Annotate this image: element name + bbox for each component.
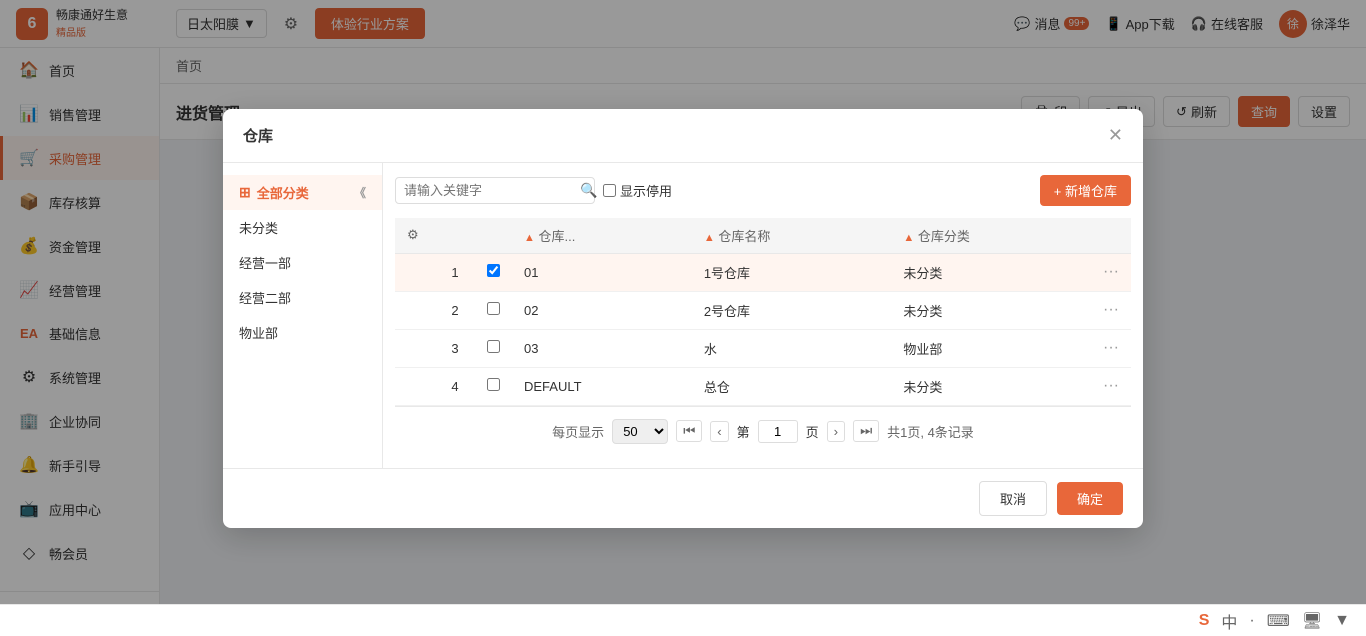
th-actions	[1091, 218, 1131, 254]
show-disabled-checkbox-label[interactable]: 显示停用	[603, 181, 672, 200]
close-icon[interactable]: ✕	[1108, 125, 1123, 146]
show-disabled-label: 显示停用	[620, 181, 672, 200]
cell-index: 2	[435, 291, 475, 329]
cell-category: 未分类	[891, 367, 1091, 405]
cell-index: 1	[435, 253, 475, 291]
table-row[interactable]: 4 DEFAULT 总仓 未分类 ···	[395, 367, 1131, 405]
category-item-ops2[interactable]: 经营二部	[223, 280, 382, 315]
table-body: 1 01 1号仓库 未分类 ··· 2 02 2号仓库 未分类 ··· 3 03…	[395, 253, 1131, 405]
category-item-ops1[interactable]: 经营一部	[223, 245, 382, 280]
page-input[interactable]	[758, 420, 798, 443]
th-settings[interactable]: ⚙	[395, 218, 435, 254]
cancel-button[interactable]: 取消	[979, 481, 1047, 516]
cell-category: 未分类	[891, 253, 1091, 291]
cell-code: 02	[512, 291, 692, 329]
sort-name-icon: ▲	[704, 232, 715, 244]
th-index	[435, 218, 475, 254]
cell-settings	[395, 329, 435, 367]
warehouse-dialog: 仓库 ✕ ⊞ 全部分类 《 未分类 经营一部 经营二部 物业部	[223, 109, 1143, 528]
cell-actions[interactable]: ···	[1091, 329, 1131, 367]
th-code[interactable]: ▲ 仓库...	[512, 218, 692, 254]
pagination-bar: 每页显示 50 100 200 ⏮ ‹ 第 页 › ⏭ 共1页, 4条记录	[395, 406, 1131, 456]
cell-check[interactable]	[475, 291, 512, 329]
table-row[interactable]: 2 02 2号仓库 未分类 ···	[395, 291, 1131, 329]
cell-index: 4	[435, 367, 475, 405]
cell-code: 01	[512, 253, 692, 291]
category-item-unclassified[interactable]: 未分类	[223, 210, 382, 245]
per-page-select[interactable]: 50 100 200	[612, 419, 668, 444]
last-page-btn[interactable]: ⏭	[853, 420, 879, 442]
table-header: ⚙ ▲ 仓库... ▲ 仓库名称	[395, 218, 1131, 254]
next-page-btn[interactable]: ›	[827, 421, 845, 442]
ime-icon[interactable]: S	[1199, 612, 1210, 630]
cell-code: DEFAULT	[512, 367, 692, 405]
sort-cat-icon: ▲	[903, 232, 914, 244]
cell-name: 总仓	[692, 367, 892, 405]
category-item-property[interactable]: 物业部	[223, 315, 382, 350]
th-code-label: 仓库...	[539, 229, 576, 244]
dialog-footer: 取消 确定	[223, 468, 1143, 528]
screen-icon[interactable]: 🖥	[1302, 611, 1322, 631]
confirm-button[interactable]: 确定	[1057, 482, 1123, 515]
cell-actions[interactable]: ···	[1091, 253, 1131, 291]
cell-category: 物业部	[891, 329, 1091, 367]
dialog-title: 仓库	[243, 125, 273, 146]
search-icon[interactable]: 🔍	[580, 182, 597, 199]
bottom-bar: S 中 · ⌨ 🖥 ▼	[0, 604, 1366, 636]
left-panel: ⊞ 全部分类 《 未分类 经营一部 经营二部 物业部	[223, 163, 383, 468]
table-container: ⚙ ▲ 仓库... ▲ 仓库名称	[395, 218, 1131, 406]
cell-category: 未分类	[891, 291, 1091, 329]
cell-name: 1号仓库	[692, 253, 892, 291]
cell-settings	[395, 291, 435, 329]
cell-check[interactable]	[475, 367, 512, 405]
warehouse-table: ⚙ ▲ 仓库... ▲ 仓库名称	[395, 218, 1131, 406]
grid-icon: ⊞	[239, 184, 251, 201]
sort-code-icon: ▲	[524, 232, 535, 244]
all-categories[interactable]: ⊞ 全部分类 《	[223, 175, 382, 210]
cell-code: 03	[512, 329, 692, 367]
cell-settings	[395, 253, 435, 291]
row-actions-icon[interactable]: ···	[1103, 263, 1119, 280]
search-input-wrap: 🔍	[395, 177, 595, 204]
th-check	[475, 218, 512, 254]
dialog-overlay: 仓库 ✕ ⊞ 全部分类 《 未分类 经营一部 经营二部 物业部	[0, 0, 1366, 636]
right-panel: 🔍 显示停用 + 新增仓库 ⚙	[383, 163, 1143, 468]
table-row[interactable]: 3 03 水 物业部 ···	[395, 329, 1131, 367]
page-num-label: 第	[737, 422, 750, 441]
page-total: 共1页, 4条记录	[887, 422, 974, 441]
th-category[interactable]: ▲ 仓库分类	[891, 218, 1091, 254]
keyboard-icon[interactable]: ⌨	[1267, 611, 1290, 631]
cell-check[interactable]	[475, 329, 512, 367]
prev-page-btn[interactable]: ‹	[710, 421, 728, 442]
show-disabled-checkbox[interactable]	[603, 184, 616, 197]
cell-index: 3	[435, 329, 475, 367]
dialog-body: ⊞ 全部分类 《 未分类 经营一部 经营二部 物业部 🔍	[223, 163, 1143, 468]
chinese-icon[interactable]: 中	[1221, 609, 1237, 633]
row-actions-icon[interactable]: ···	[1103, 339, 1119, 356]
page-label: 页	[806, 422, 819, 441]
cell-check[interactable]	[475, 253, 512, 291]
first-page-btn[interactable]: ⏮	[676, 420, 702, 442]
row-actions-icon[interactable]: ···	[1103, 377, 1119, 394]
dot-icon: ·	[1249, 612, 1254, 630]
right-toolbar: 🔍 显示停用 + 新增仓库	[395, 175, 1131, 206]
cell-settings	[395, 367, 435, 405]
th-category-label: 仓库分类	[918, 229, 970, 244]
cell-name: 水	[692, 329, 892, 367]
table-row[interactable]: 1 01 1号仓库 未分类 ···	[395, 253, 1131, 291]
th-name[interactable]: ▲ 仓库名称	[692, 218, 892, 254]
cell-actions[interactable]: ···	[1091, 291, 1131, 329]
cell-actions[interactable]: ···	[1091, 367, 1131, 405]
th-name-label: 仓库名称	[718, 229, 770, 244]
add-warehouse-button[interactable]: + 新增仓库	[1040, 175, 1131, 206]
row-actions-icon[interactable]: ···	[1103, 301, 1119, 318]
per-page-label: 每页显示	[552, 422, 604, 441]
dialog-header: 仓库 ✕	[223, 109, 1143, 163]
search-input[interactable]	[404, 183, 580, 198]
cell-name: 2号仓库	[692, 291, 892, 329]
all-categories-label: 全部分类	[257, 183, 309, 202]
left-collapse-icon[interactable]: 《	[354, 184, 366, 201]
triangle-icon[interactable]: ▼	[1334, 612, 1350, 630]
